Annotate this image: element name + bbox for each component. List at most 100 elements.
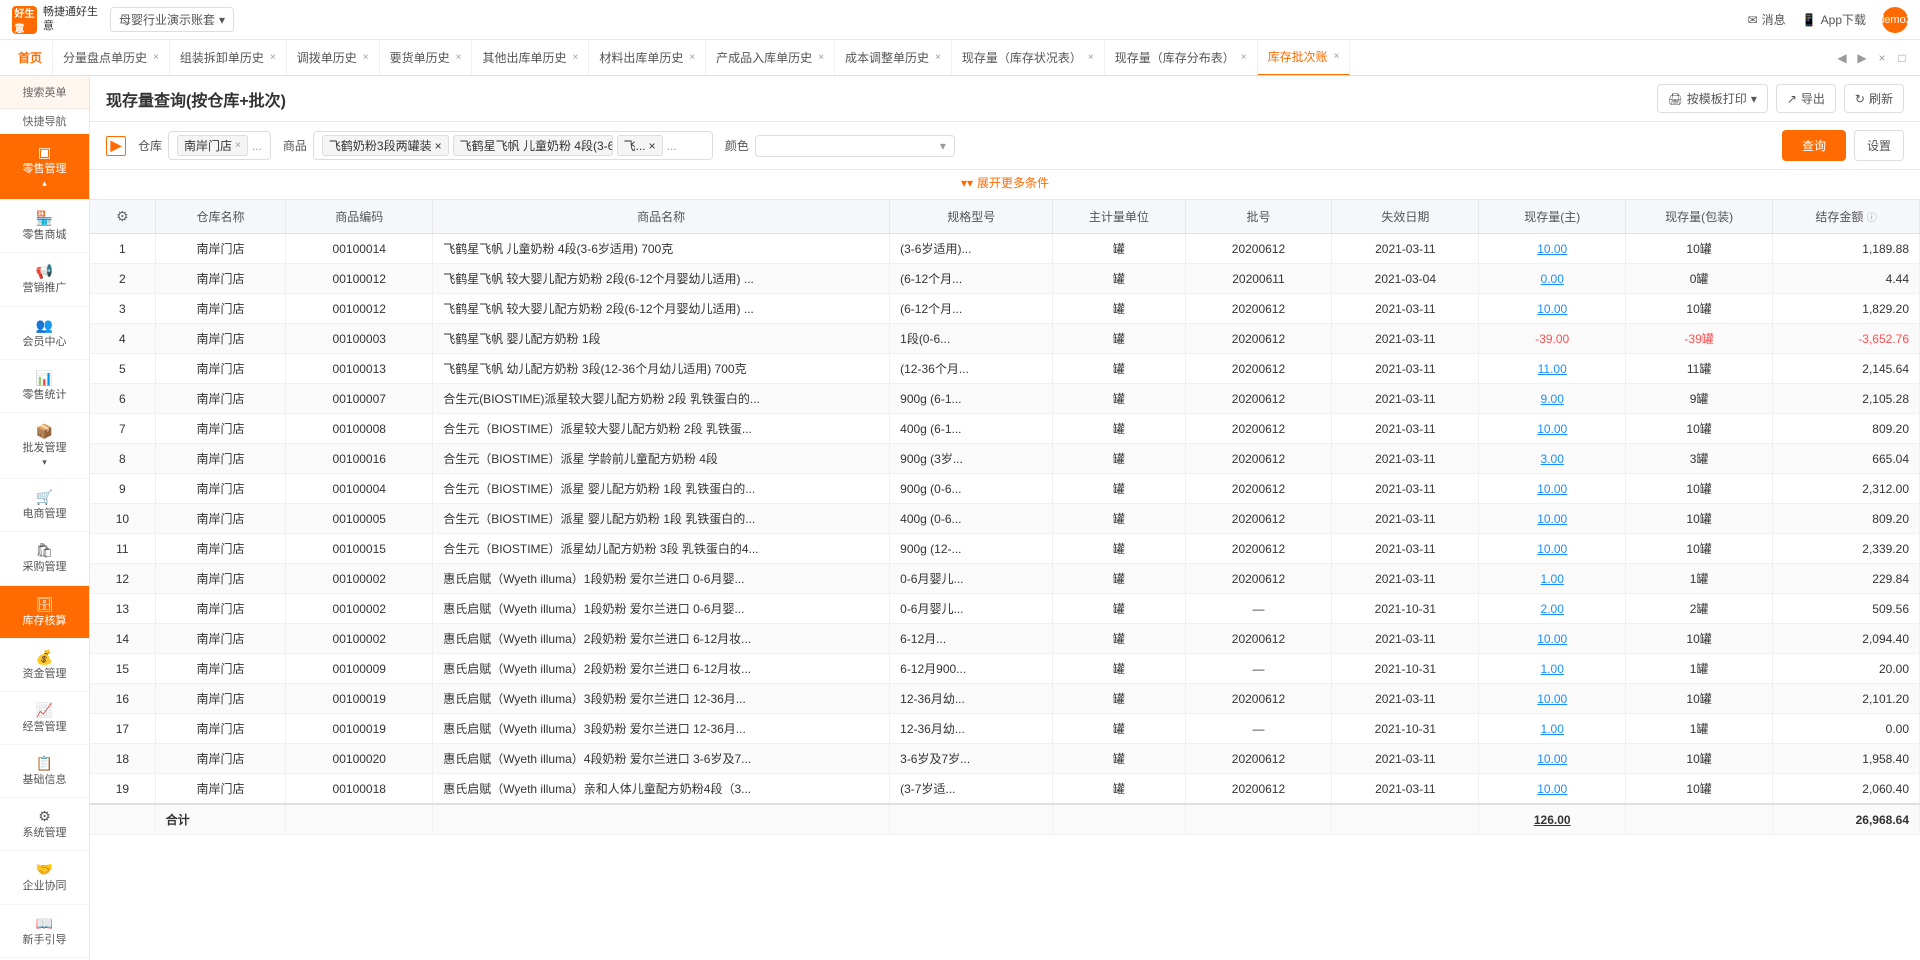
marketing-icon: 📢: [36, 263, 53, 280]
sidebar-search[interactable]: 搜索英单: [0, 76, 89, 109]
td-name: 飞鹤星飞帆 较大婴儿配方奶粉 2段(6-12个月婴幼儿适用) ...: [433, 294, 890, 324]
expand-more-button[interactable]: ▾▾ 展开更多条件: [961, 174, 1049, 191]
export-button[interactable]: ↗ 导出: [1776, 84, 1836, 113]
td-stock-main[interactable]: 0.00: [1479, 264, 1626, 294]
tab-t11[interactable]: 库存批次账 ×: [1258, 40, 1351, 76]
color-filter-area[interactable]: ▾: [755, 135, 955, 157]
tab-home[interactable]: 首页: [8, 40, 53, 76]
td-stock-main[interactable]: 1.00: [1479, 564, 1626, 594]
tab-t2[interactable]: 组装拆卸单历史 ×: [170, 40, 287, 76]
settings-button[interactable]: 设置: [1854, 130, 1904, 161]
close-t1[interactable]: ×: [153, 52, 159, 63]
tab-t1[interactable]: 分量盘点单历史 ×: [53, 40, 170, 76]
tab-t9[interactable]: 现存量（库存状况表） ×: [952, 40, 1105, 76]
td-spec: 900g (3岁...: [890, 444, 1053, 474]
query-button[interactable]: 查询: [1782, 130, 1846, 161]
footer-empty-6: [1185, 804, 1332, 835]
td-stock-main[interactable]: 10.00: [1479, 474, 1626, 504]
nav-close-all[interactable]: ×: [1872, 48, 1892, 68]
tab-t7[interactable]: 产成品入库单历史 ×: [706, 40, 835, 76]
mall-icon: 🏪: [36, 210, 53, 227]
td-warehouse: 南岸门店: [155, 744, 286, 774]
product-tag-1-close[interactable]: ×: [435, 139, 442, 153]
table-container[interactable]: ⚙ 仓库名称 商品编码 商品名称 规格型号 主计量单位 批号 失效日期 现存量(…: [90, 200, 1920, 960]
td-spec: (3-7岁适...: [890, 774, 1053, 805]
close-t2[interactable]: ×: [270, 52, 276, 63]
nav-fullscreen[interactable]: □: [1892, 48, 1912, 68]
close-t5[interactable]: ×: [572, 52, 578, 63]
sidebar-nav[interactable]: 快捷导航: [0, 109, 89, 134]
print-label: 按模板打印: [1687, 90, 1747, 107]
td-stock-main[interactable]: 10.00: [1479, 624, 1626, 654]
avatar[interactable]: demo2: [1882, 7, 1908, 33]
finance-icon: 💰: [36, 649, 53, 666]
nav-next[interactable]: ▶: [1852, 48, 1872, 68]
tab-t5[interactable]: 其他出库单历史 ×: [472, 40, 589, 76]
tab-t8[interactable]: 成本调整单历史 ×: [835, 40, 952, 76]
td-spec: (6-12个月...: [890, 294, 1053, 324]
sidebar-item-finance[interactable]: 💰 资金管理: [0, 639, 89, 692]
td-stock-main[interactable]: 10.00: [1479, 234, 1626, 264]
td-stock-main[interactable]: 11.00: [1479, 354, 1626, 384]
close-t3[interactable]: ×: [363, 52, 369, 63]
sidebar-item-collab[interactable]: 🤝 企业协同: [0, 851, 89, 904]
nav-prev[interactable]: ◀: [1832, 48, 1852, 68]
td-stock-main[interactable]: 10.00: [1479, 294, 1626, 324]
workspace-selector[interactable]: 母婴行业演示账套 ▾: [110, 7, 234, 32]
td-unit: 罐: [1053, 684, 1185, 714]
sidebar-item-ecommerce[interactable]: 🛒 电商管理: [0, 479, 89, 532]
td-stock-main[interactable]: 10.00: [1479, 534, 1626, 564]
sidebar-item-purchase[interactable]: 🛍 采购管理: [0, 532, 89, 585]
close-t11[interactable]: ×: [1334, 51, 1340, 62]
print-button[interactable]: 🖨 按模板打印 ▾: [1657, 84, 1768, 113]
sidebar-item-mall[interactable]: 🏪 零售商城: [0, 200, 89, 253]
sidebar-item-basics[interactable]: 📋 基础信息: [0, 745, 89, 798]
logo-area: 好生意 畅捷通好生意: [12, 6, 102, 34]
td-stock-main[interactable]: 3.00: [1479, 444, 1626, 474]
app-download-button[interactable]: 📱 App下载: [1802, 11, 1866, 28]
close-t9[interactable]: ×: [1088, 52, 1094, 63]
td-stock-main[interactable]: 10.00: [1479, 774, 1626, 805]
td-stock-main[interactable]: 9.00: [1479, 384, 1626, 414]
td-stock-main[interactable]: 1.00: [1479, 714, 1626, 744]
td-balance: -3,652.76: [1773, 324, 1920, 354]
product-tag-more-close[interactable]: ×: [649, 139, 656, 153]
warehouse-tag-close[interactable]: ×: [235, 140, 241, 151]
refresh-button[interactable]: ↻ 刷新: [1844, 84, 1904, 113]
sidebar-item-guide[interactable]: 📖 新手引导: [0, 905, 89, 958]
sidebar-item-operations[interactable]: 📈 经营管理: [0, 692, 89, 745]
message-button[interactable]: ✉ 消息: [1748, 11, 1786, 28]
sidebar-item-system[interactable]: ⚙ 系统管理: [0, 798, 89, 851]
sidebar-item-wholesale[interactable]: 📦 批发管理 ▾: [0, 413, 89, 479]
td-stock-main[interactable]: 10.00: [1479, 744, 1626, 774]
close-t10[interactable]: ×: [1241, 52, 1247, 63]
td-stock-main[interactable]: 10.00: [1479, 684, 1626, 714]
tab-t6[interactable]: 材料出库单历史 ×: [589, 40, 706, 76]
th-settings[interactable]: ⚙: [90, 200, 155, 234]
column-settings-icon[interactable]: ⚙: [116, 208, 129, 224]
td-unit: 罐: [1053, 294, 1185, 324]
product-filter-area[interactable]: 飞鹤奶粉3段两罐装 × 飞鹤星飞帆 儿童奶粉 4段(3-6岁适用) 700克 ×…: [313, 131, 713, 160]
sidebar-item-retail-stats[interactable]: 📊 零售统计: [0, 360, 89, 413]
td-stock-main[interactable]: 10.00: [1479, 414, 1626, 444]
tab-t4[interactable]: 要货单历史 ×: [380, 40, 473, 76]
close-t8[interactable]: ×: [935, 52, 941, 63]
close-t7[interactable]: ×: [818, 52, 824, 63]
tab-t3[interactable]: 调拨单历史 ×: [287, 40, 380, 76]
td-name: 合生元（BIOSTIME）派星较大婴儿配方奶粉 2段 乳铁蛋...: [433, 414, 890, 444]
message-icon: ✉: [1748, 13, 1758, 27]
td-stock-main[interactable]: 2.00: [1479, 594, 1626, 624]
sidebar-item-inventory[interactable]: 🗄 库存核算: [0, 586, 89, 639]
sidebar-item-member[interactable]: 👥 会员中心: [0, 307, 89, 360]
filter-expand-button[interactable]: ▶: [106, 136, 126, 156]
warehouse-filter-area[interactable]: 南岸门店 × ...: [168, 131, 271, 160]
sidebar-item-retail[interactable]: ▣ 零售管理 ▴: [0, 134, 89, 200]
td-stock-main[interactable]: -39.00: [1479, 324, 1626, 354]
close-t6[interactable]: ×: [689, 52, 695, 63]
td-stock-main[interactable]: 1.00: [1479, 654, 1626, 684]
header-actions: 🖨 按模板打印 ▾ ↗ 导出 ↻ 刷新: [1657, 84, 1904, 113]
close-t4[interactable]: ×: [456, 52, 462, 63]
td-stock-main[interactable]: 10.00: [1479, 504, 1626, 534]
sidebar-item-marketing[interactable]: 📢 营销推广: [0, 253, 89, 306]
tab-t10[interactable]: 现存量（库存分布表） ×: [1105, 40, 1258, 76]
